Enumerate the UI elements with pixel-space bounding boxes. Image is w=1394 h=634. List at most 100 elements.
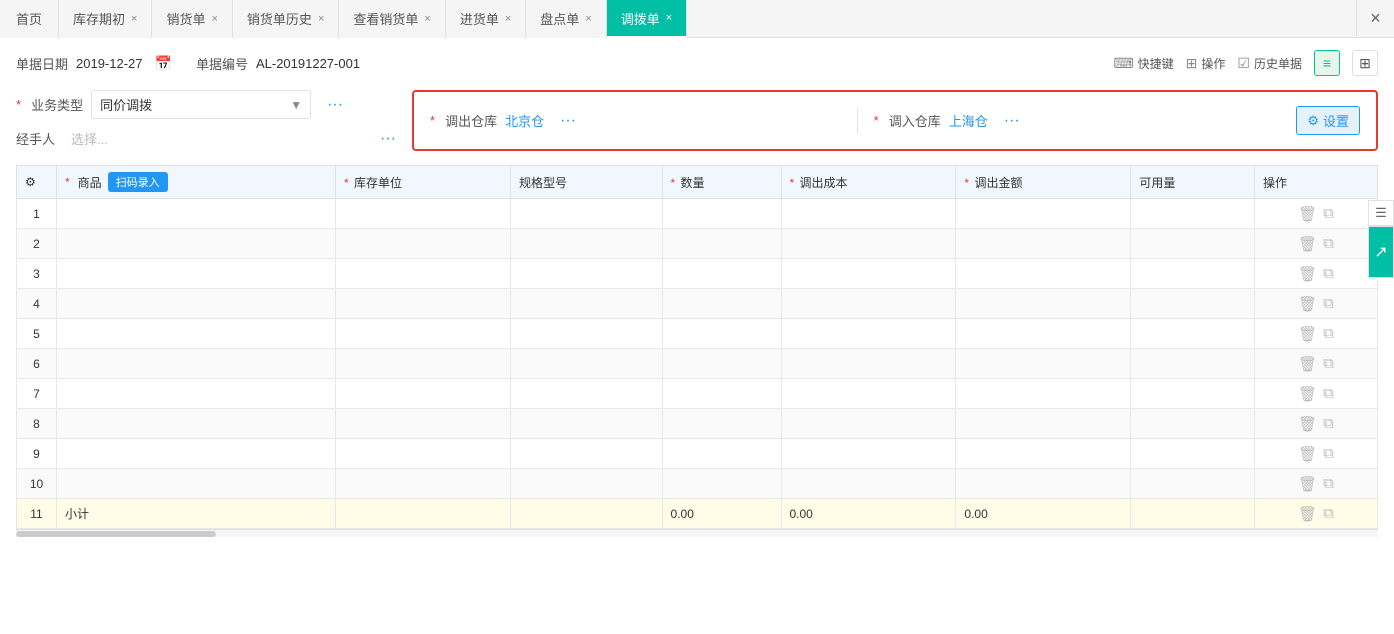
amount-cell-8[interactable]	[956, 409, 1131, 439]
shortcuts-button[interactable]: ⌨ 快捷键	[1113, 55, 1173, 72]
calendar-icon[interactable]: 📅	[155, 55, 172, 72]
th-gear[interactable]: ⚙	[17, 166, 57, 199]
tab-sales-order-close[interactable]: ×	[211, 13, 217, 25]
unit-cell-6[interactable]	[336, 349, 511, 379]
amount-cell-1[interactable]	[956, 199, 1131, 229]
delete-icon-7[interactable]: 🗑	[1298, 385, 1317, 403]
out-warehouse-more[interactable]: ···	[560, 112, 576, 130]
business-type-select[interactable]: 同价调拨 ▼	[91, 90, 311, 119]
business-type-more[interactable]: ···	[327, 96, 343, 114]
copy-icon-11[interactable]: ⧉	[1323, 505, 1334, 522]
amount-cell-3[interactable]	[956, 259, 1131, 289]
product-cell-6[interactable]	[57, 349, 336, 379]
cost-cell-3[interactable]	[781, 259, 956, 289]
tab-view-sales-close[interactable]: ×	[424, 13, 430, 25]
unit-cell-1[interactable]	[336, 199, 511, 229]
qty-cell-1[interactable]	[662, 199, 781, 229]
qty-cell-2[interactable]	[662, 229, 781, 259]
settings-button[interactable]: ⚙ 设置	[1296, 106, 1360, 135]
tab-sales-order[interactable]: 销货单 ×	[152, 0, 232, 38]
tab-inventory-count[interactable]: 盘点单 ×	[526, 0, 606, 38]
tab-purchase-order-close[interactable]: ×	[505, 13, 511, 25]
copy-icon-2[interactable]: ⧉	[1323, 235, 1334, 252]
cost-cell-2[interactable]	[781, 229, 956, 259]
tab-inventory-count-close[interactable]: ×	[585, 13, 591, 25]
delete-icon-8[interactable]: 🗑	[1298, 415, 1317, 433]
unit-cell-5[interactable]	[336, 319, 511, 349]
qty-cell-9[interactable]	[662, 439, 781, 469]
copy-icon-8[interactable]: ⧉	[1323, 415, 1334, 432]
tab-purchase-order[interactable]: 进货单 ×	[446, 0, 526, 38]
history-button[interactable]: ☑ 历史单据	[1237, 55, 1302, 72]
cost-cell-6[interactable]	[781, 349, 956, 379]
product-cell-1[interactable]	[57, 199, 336, 229]
qty-cell-5[interactable]	[662, 319, 781, 349]
delete-icon-5[interactable]: 🗑	[1298, 325, 1317, 343]
unit-cell-8[interactable]	[336, 409, 511, 439]
amount-cell-6[interactable]	[956, 349, 1131, 379]
tab-transfer-order[interactable]: 调拨单 ×	[607, 0, 687, 38]
cost-cell-9[interactable]	[781, 439, 956, 469]
qty-cell-3[interactable]	[662, 259, 781, 289]
tab-sales-history[interactable]: 销货单历史 ×	[233, 0, 339, 38]
product-cell-3[interactable]	[57, 259, 336, 289]
amount-cell-4[interactable]	[956, 289, 1131, 319]
tab-sales-history-close[interactable]: ×	[318, 13, 324, 25]
scrollbar-thumb[interactable]	[16, 531, 216, 537]
cost-cell-10[interactable]	[781, 469, 956, 499]
right-panel-list-icon[interactable]: ☰	[1368, 200, 1394, 226]
product-cell-2[interactable]	[57, 229, 336, 259]
amount-cell-10[interactable]	[956, 469, 1131, 499]
unit-cell-3[interactable]	[336, 259, 511, 289]
spec-cell-7[interactable]	[510, 379, 662, 409]
delete-icon-1[interactable]: 🗑	[1298, 205, 1317, 223]
delete-icon-6[interactable]: 🗑	[1298, 355, 1317, 373]
spec-cell-10[interactable]	[510, 469, 662, 499]
spec-cell-8[interactable]	[510, 409, 662, 439]
qty-cell-4[interactable]	[662, 289, 781, 319]
copy-icon-7[interactable]: ⧉	[1323, 385, 1334, 402]
grid-view-button[interactable]: ⊞	[1352, 50, 1378, 76]
delete-icon-4[interactable]: 🗑	[1298, 295, 1317, 313]
unit-cell-2[interactable]	[336, 229, 511, 259]
spec-cell-4[interactable]	[510, 289, 662, 319]
product-cell-10[interactable]	[57, 469, 336, 499]
out-warehouse-value[interactable]: 北京仓	[505, 111, 544, 130]
unit-cell-7[interactable]	[336, 379, 511, 409]
spec-cell-1[interactable]	[510, 199, 662, 229]
product-cell-9[interactable]	[57, 439, 336, 469]
amount-cell-2[interactable]	[956, 229, 1131, 259]
tab-inventory-init-close[interactable]: ×	[131, 13, 137, 25]
spec-cell-5[interactable]	[510, 319, 662, 349]
delete-icon-3[interactable]: 🗑	[1298, 265, 1317, 283]
cost-cell-8[interactable]	[781, 409, 956, 439]
copy-icon-3[interactable]: ⧉	[1323, 265, 1334, 282]
copy-icon-6[interactable]: ⧉	[1323, 355, 1334, 372]
in-warehouse-more[interactable]: ···	[1004, 112, 1020, 130]
cost-cell-4[interactable]	[781, 289, 956, 319]
unit-cell-9[interactable]	[336, 439, 511, 469]
qty-cell-8[interactable]	[662, 409, 781, 439]
product-cell-5[interactable]	[57, 319, 336, 349]
window-close-button[interactable]: ×	[1356, 0, 1394, 38]
operations-button[interactable]: ⊞ 操作	[1186, 55, 1226, 72]
unit-cell-10[interactable]	[336, 469, 511, 499]
cost-cell-7[interactable]	[781, 379, 956, 409]
spec-cell-9[interactable]	[510, 439, 662, 469]
copy-icon-4[interactable]: ⧉	[1323, 295, 1334, 312]
product-cell-8[interactable]	[57, 409, 336, 439]
list-view-button[interactable]: ≡	[1314, 50, 1340, 76]
copy-icon-10[interactable]: ⧉	[1323, 475, 1334, 492]
horizontal-scrollbar[interactable]	[16, 529, 1378, 537]
cost-cell-1[interactable]	[781, 199, 956, 229]
delete-icon-2[interactable]: 🗑	[1298, 235, 1317, 253]
spec-cell-6[interactable]	[510, 349, 662, 379]
delete-icon-9[interactable]: 🗑	[1298, 445, 1317, 463]
product-cell-4[interactable]	[57, 289, 336, 319]
delete-icon-10[interactable]: 🗑	[1298, 475, 1317, 493]
copy-icon-1[interactable]: ⧉	[1323, 205, 1334, 222]
qty-cell-7[interactable]	[662, 379, 781, 409]
qty-cell-6[interactable]	[662, 349, 781, 379]
spec-cell-2[interactable]	[510, 229, 662, 259]
tab-view-sales[interactable]: 查看销货单 ×	[339, 0, 445, 38]
